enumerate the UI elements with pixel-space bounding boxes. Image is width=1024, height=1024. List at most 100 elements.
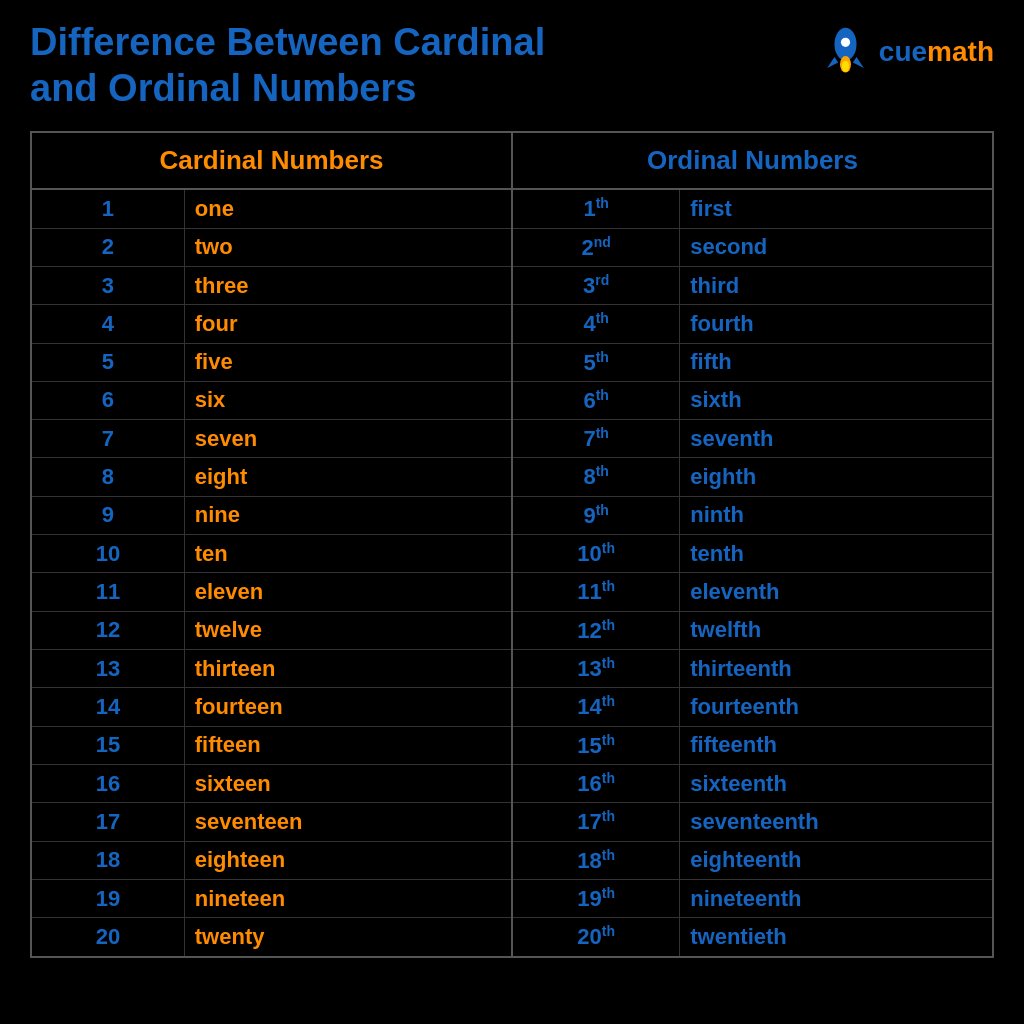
ordinal-word-cell: second	[680, 228, 992, 266]
table-row: 2 two 2nd second	[32, 228, 992, 266]
cardinal-number-cell: 3	[32, 266, 184, 304]
table-row: 3 three 3rd third	[32, 266, 992, 304]
ordinal-number-cell: 17th	[512, 803, 680, 841]
svg-marker-2	[827, 57, 838, 68]
table-row: 1 one 1th first	[32, 189, 992, 228]
table-row: 8 eight 8th eighth	[32, 458, 992, 496]
svg-marker-3	[853, 57, 864, 68]
ordinal-number-cell: 11th	[512, 573, 680, 611]
cardinal-word-cell: thirteen	[184, 650, 512, 688]
logo-area: cuemath	[818, 24, 994, 79]
numbers-table: Cardinal Numbers Ordinal Numbers 1 one 1…	[32, 133, 992, 956]
ordinal-number-cell: 5th	[512, 343, 680, 381]
ordinal-number-cell: 2nd	[512, 228, 680, 266]
ordinal-word-cell: seventeenth	[680, 803, 992, 841]
table-header-row: Cardinal Numbers Ordinal Numbers	[32, 133, 992, 189]
ordinal-numbers-header: Ordinal Numbers	[512, 133, 992, 189]
cardinal-word-cell: twelve	[184, 611, 512, 649]
cardinal-word-cell: three	[184, 266, 512, 304]
table-row: 14 fourteen 14th fourteenth	[32, 688, 992, 726]
cardinal-number-cell: 5	[32, 343, 184, 381]
logo-cue: cue	[879, 36, 927, 67]
cardinal-number-cell: 1	[32, 189, 184, 228]
page-wrapper: Difference Between Cardinal and Ordinal …	[0, 0, 1024, 1024]
main-table-container: Cardinal Numbers Ordinal Numbers 1 one 1…	[30, 131, 994, 958]
cardinal-number-cell: 11	[32, 573, 184, 611]
table-row: 10 ten 10th tenth	[32, 535, 992, 573]
ordinal-number-cell: 4th	[512, 305, 680, 343]
cardinal-word-cell: eight	[184, 458, 512, 496]
table-row: 15 fifteen 15th fifteenth	[32, 726, 992, 764]
ordinal-word-cell: seventh	[680, 420, 992, 458]
cardinal-number-cell: 2	[32, 228, 184, 266]
table-row: 9 nine 9th ninth	[32, 496, 992, 534]
cardinal-word-cell: fourteen	[184, 688, 512, 726]
table-row: 11 eleven 11th eleventh	[32, 573, 992, 611]
table-row: 12 twelve 12th twelfth	[32, 611, 992, 649]
ordinal-number-cell: 20th	[512, 918, 680, 956]
ordinal-word-cell: nineteenth	[680, 880, 992, 918]
ordinal-number-cell: 8th	[512, 458, 680, 496]
cardinal-number-cell: 18	[32, 841, 184, 879]
ordinal-number-cell: 15th	[512, 726, 680, 764]
cardinal-word-cell: eighteen	[184, 841, 512, 879]
logo-math: math	[927, 36, 994, 67]
table-row: 7 seven 7th seventh	[32, 420, 992, 458]
cardinal-numbers-header: Cardinal Numbers	[32, 133, 512, 189]
table-row: 17 seventeen 17th seventeenth	[32, 803, 992, 841]
title-line2: and Ordinal Numbers	[30, 67, 416, 109]
cardinal-word-cell: seven	[184, 420, 512, 458]
cardinal-word-cell: fifteen	[184, 726, 512, 764]
cardinal-word-cell: one	[184, 189, 512, 228]
title-line1: Difference Between Cardinal	[30, 21, 545, 63]
ordinal-word-cell: thirteenth	[680, 650, 992, 688]
table-row: 20 twenty 20th twentieth	[32, 918, 992, 956]
page-title: Difference Between Cardinal and Ordinal …	[30, 20, 545, 111]
cardinal-word-cell: ten	[184, 535, 512, 573]
rocket-icon	[818, 24, 873, 79]
cardinal-word-cell: sixteen	[184, 765, 512, 803]
table-row: 6 six 6th sixth	[32, 381, 992, 419]
cardinal-word-cell: seventeen	[184, 803, 512, 841]
table-row: 19 nineteen 19th nineteenth	[32, 880, 992, 918]
ordinal-number-cell: 19th	[512, 880, 680, 918]
cardinal-word-cell: five	[184, 343, 512, 381]
ordinal-word-cell: fourth	[680, 305, 992, 343]
table-row: 5 five 5th fifth	[32, 343, 992, 381]
cardinal-number-cell: 8	[32, 458, 184, 496]
table-row: 13 thirteen 13th thirteenth	[32, 650, 992, 688]
cardinal-number-cell: 6	[32, 381, 184, 419]
ordinal-word-cell: sixth	[680, 381, 992, 419]
cardinal-number-cell: 4	[32, 305, 184, 343]
ordinal-word-cell: twelfth	[680, 611, 992, 649]
cardinal-word-cell: nineteen	[184, 880, 512, 918]
cardinal-word-cell: nine	[184, 496, 512, 534]
cardinal-number-cell: 7	[32, 420, 184, 458]
table-row: 16 sixteen 16th sixteenth	[32, 765, 992, 803]
cardinal-word-cell: six	[184, 381, 512, 419]
ordinal-number-cell: 1th	[512, 189, 680, 228]
cardinal-number-cell: 9	[32, 496, 184, 534]
ordinal-word-cell: sixteenth	[680, 765, 992, 803]
ordinal-number-cell: 6th	[512, 381, 680, 419]
ordinal-number-cell: 13th	[512, 650, 680, 688]
table-row: 4 four 4th fourth	[32, 305, 992, 343]
table-row: 18 eighteen 18th eighteenth	[32, 841, 992, 879]
header: Difference Between Cardinal and Ordinal …	[30, 20, 994, 111]
cardinal-number-cell: 20	[32, 918, 184, 956]
cardinal-number-cell: 12	[32, 611, 184, 649]
cardinal-number-cell: 10	[32, 535, 184, 573]
ordinal-number-cell: 16th	[512, 765, 680, 803]
cardinal-number-cell: 15	[32, 726, 184, 764]
ordinal-word-cell: twentieth	[680, 918, 992, 956]
svg-point-1	[841, 38, 850, 47]
ordinal-word-cell: fourteenth	[680, 688, 992, 726]
cardinal-word-cell: twenty	[184, 918, 512, 956]
ordinal-word-cell: eighth	[680, 458, 992, 496]
ordinal-word-cell: fifth	[680, 343, 992, 381]
ordinal-number-cell: 9th	[512, 496, 680, 534]
svg-point-5	[842, 61, 849, 72]
ordinal-word-cell: tenth	[680, 535, 992, 573]
cardinal-number-cell: 16	[32, 765, 184, 803]
ordinal-number-cell: 10th	[512, 535, 680, 573]
